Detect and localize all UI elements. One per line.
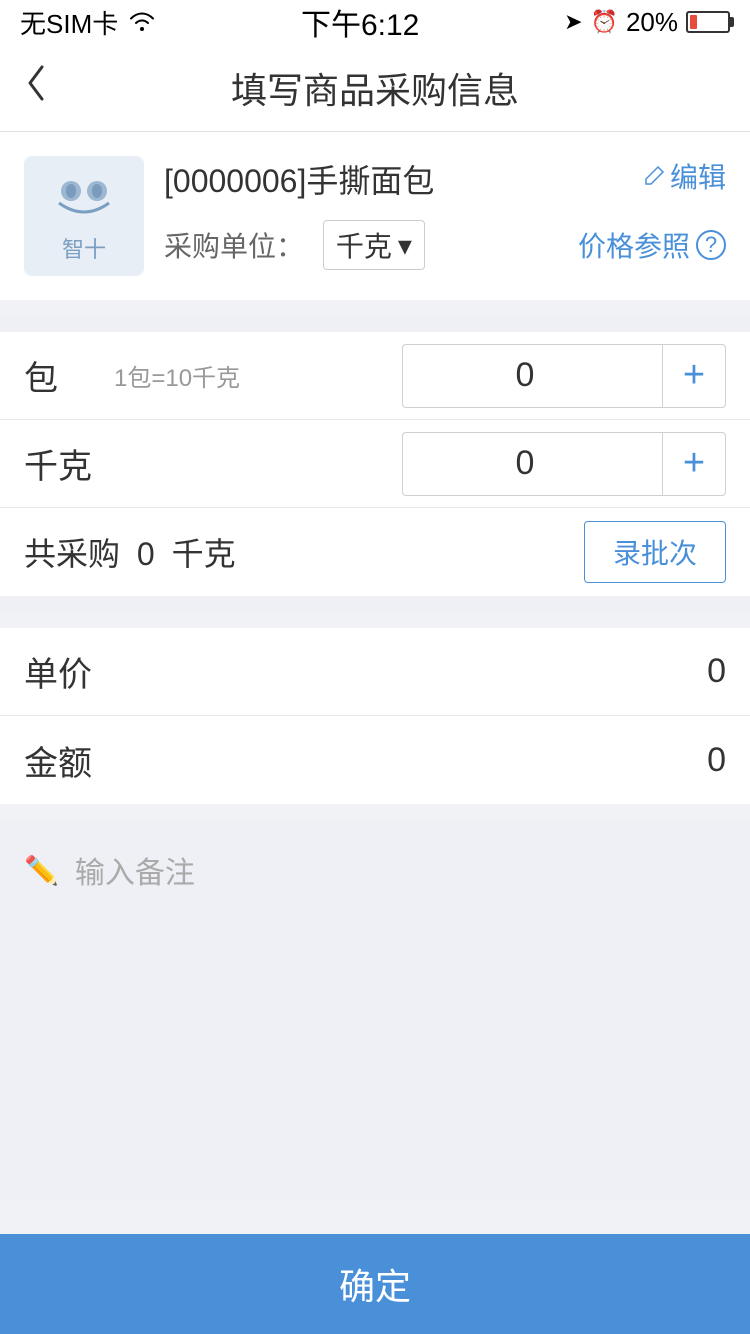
amount-value: 0 <box>707 741 726 780</box>
unit-price-label: 单价 <box>24 647 92 696</box>
price-reference-button[interactable]: 价格参照 ? <box>578 225 726 265</box>
kg-input-control: + <box>402 432 726 496</box>
unit-select[interactable]: 千克 ▾ <box>323 220 425 270</box>
back-button[interactable] <box>24 63 48 112</box>
status-bar: 无SIM卡 下午6:12 ➤ ⏰ 20% <box>0 0 750 44</box>
battery-pct: 20% <box>626 7 678 38</box>
bag-label: 包 <box>24 351 104 400</box>
price-section: 单价 0 金额 0 <box>0 628 750 804</box>
amount-label: 金额 <box>24 736 92 785</box>
section-divider-2 <box>0 596 750 612</box>
product-image: 智十 <box>24 156 144 276</box>
bag-sublabel: 1包=10千克 <box>114 358 402 393</box>
notes-placeholder: 输入备注 <box>75 848 195 892</box>
product-info: [0000006]手撕面包 编辑 采购单位： 千克 ▾ 价格参照 ? <box>164 156 726 270</box>
status-time: 下午6:12 <box>301 0 419 44</box>
kg-quantity-input[interactable] <box>402 432 662 496</box>
bag-plus-button[interactable]: + <box>662 344 726 408</box>
product-unit-row: 采购单位： 千克 ▾ 价格参照 ? <box>164 220 726 270</box>
summary-text: 共采购 0 千克 <box>24 529 236 575</box>
confirm-button[interactable]: 确定 <box>0 1234 750 1334</box>
kg-input-row: 千克 + <box>0 420 750 508</box>
price-ref-help-icon: ? <box>696 230 726 260</box>
status-left: 无SIM卡 <box>20 4 156 41</box>
edit-button[interactable]: 编辑 <box>642 156 726 196</box>
bag-quantity-input[interactable] <box>402 344 662 408</box>
wifi-icon <box>128 7 156 38</box>
amount-row: 金额 0 <box>0 716 750 804</box>
page-title: 填写商品采购信息 <box>231 62 519 114</box>
product-header: [0000006]手撕面包 编辑 <box>164 156 726 202</box>
summary-row: 共采购 0 千克 录批次 <box>0 508 750 596</box>
batch-button[interactable]: 录批次 <box>584 521 726 583</box>
status-right: ➤ ⏰ 20% <box>564 7 730 38</box>
product-img-label: 智十 <box>49 239 119 261</box>
alarm-icon: ⏰ <box>591 9 618 35</box>
bottom-space <box>0 920 750 1200</box>
kg-label: 千克 <box>24 439 104 488</box>
nav-bar: 填写商品采购信息 <box>0 44 750 132</box>
bag-input-row: 包 1包=10千克 + <box>0 332 750 420</box>
input-section: 包 1包=10千克 + 千克 + 共采购 0 千克 录批次 <box>0 332 750 596</box>
bag-input-control: + <box>402 344 726 408</box>
product-section: 智十 [0000006]手撕面包 编辑 采购单位： 千克 ▾ <box>0 132 750 300</box>
unit-label: 采购单位： <box>164 231 304 262</box>
battery-icon <box>686 11 730 33</box>
unit-price-row: 单价 0 <box>0 628 750 716</box>
pencil-icon: ✏️ <box>24 854 59 887</box>
kg-plus-button[interactable]: + <box>662 432 726 496</box>
unit-price-value: 0 <box>707 652 726 691</box>
carrier-label: 无SIM卡 <box>20 4 118 41</box>
section-divider-1 <box>0 316 750 332</box>
product-name: [0000006]手撕面包 <box>164 156 434 202</box>
notes-section[interactable]: ✏️ 输入备注 <box>0 820 750 920</box>
location-icon: ➤ <box>564 9 582 35</box>
